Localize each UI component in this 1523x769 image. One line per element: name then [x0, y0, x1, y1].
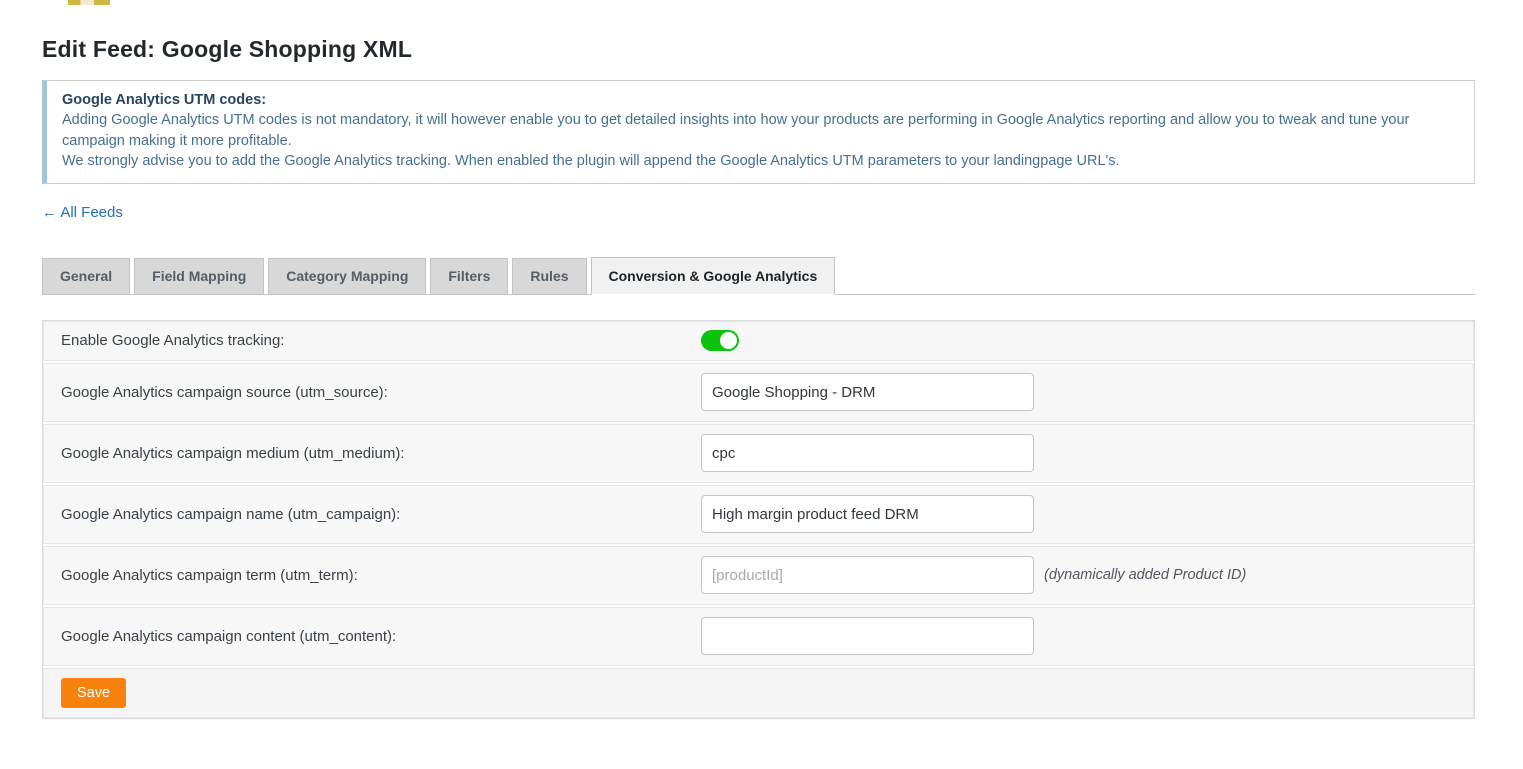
notice-line-2: We strongly advise you to add the Google… [62, 151, 1456, 172]
notice-line-1: Adding Google Analytics UTM codes is not… [62, 110, 1456, 151]
row-control [701, 617, 1034, 655]
row-control: (dynamically added Product ID) [701, 556, 1246, 594]
row-control [701, 330, 739, 351]
utm-medium-input-label: Google Analytics campaign medium (utm_me… [44, 445, 701, 462]
utm-campaign-input[interactable] [701, 495, 1034, 533]
utm-term-input[interactable] [701, 556, 1034, 594]
utm-term-input-label: Google Analytics campaign term (utm_term… [44, 567, 701, 584]
utm-campaign-input-label: Google Analytics campaign name (utm_camp… [44, 506, 701, 523]
field-note: (dynamically added Product ID) [1044, 567, 1246, 583]
tab-category-mapping[interactable]: Category Mapping [268, 258, 426, 295]
toggle-knob [720, 332, 737, 349]
save-row: Save [43, 668, 1474, 718]
notice-heading: Google Analytics UTM codes: [62, 90, 1456, 110]
enable-google-analytics-tracking-toggle[interactable] [701, 330, 739, 351]
tab-rules[interactable]: Rules [512, 258, 586, 295]
utm-source-input-label: Google Analytics campaign source (utm_so… [44, 384, 701, 401]
form-row: Google Analytics campaign name (utm_camp… [43, 485, 1474, 544]
enable-google-analytics-tracking-toggle-label: Enable Google Analytics tracking: [44, 332, 701, 349]
form-row: Google Analytics campaign medium (utm_me… [43, 424, 1474, 483]
tab-conversion-google-analytics[interactable]: Conversion & Google Analytics [591, 257, 836, 295]
form-row: Google Analytics campaign content (utm_c… [43, 607, 1474, 666]
settings-panel: Enable Google Analytics tracking: Google … [42, 320, 1475, 719]
ga-utm-notice: Google Analytics UTM codes: Adding Googl… [42, 80, 1475, 184]
all-feeds-back-link[interactable]: ← All Feeds [42, 204, 123, 221]
tab-field-mapping[interactable]: Field Mapping [134, 258, 264, 295]
form-row: Google Analytics campaign source (utm_so… [43, 363, 1474, 422]
tab-filters[interactable]: Filters [430, 258, 508, 295]
main-content: Edit Feed: Google Shopping XML Google An… [42, 0, 1475, 719]
save-button[interactable]: Save [61, 678, 126, 708]
utm-medium-input[interactable] [701, 434, 1034, 472]
row-control [701, 373, 1034, 411]
page-title: Edit Feed: Google Shopping XML [42, 36, 1475, 63]
row-control [701, 434, 1034, 472]
form-row: Enable Google Analytics tracking: [43, 321, 1474, 361]
tab-bar: GeneralField MappingCategory MappingFilt… [42, 257, 1475, 295]
utm-content-input[interactable] [701, 617, 1034, 655]
row-control [701, 495, 1034, 533]
utm-content-input-label: Google Analytics campaign content (utm_c… [44, 628, 701, 645]
utm-source-input[interactable] [701, 373, 1034, 411]
tab-general[interactable]: General [42, 258, 130, 295]
form-row: Google Analytics campaign term (utm_term… [43, 546, 1474, 605]
